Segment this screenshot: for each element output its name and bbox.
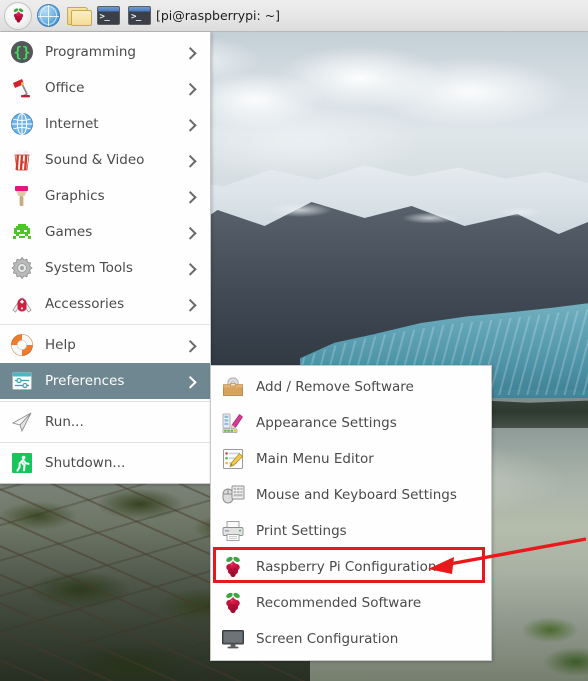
- sliders-icon: [9, 368, 35, 394]
- submenu-item-print-settings[interactable]: Print Settings: [211, 513, 491, 549]
- menu-item-shutdown[interactable]: Shutdown...: [0, 445, 210, 481]
- raspberry-icon: [4, 1, 32, 30]
- chevron-right-icon: [183, 154, 197, 168]
- swiss-knife-icon: [9, 291, 35, 317]
- submenu-item-appearance-settings[interactable]: Appearance Settings: [211, 405, 491, 441]
- submenu-item-mouse-keyboard-settings[interactable]: Mouse and Keyboard Settings: [211, 477, 491, 513]
- mouse-keyboard-icon: [220, 482, 246, 508]
- paintbrush-icon: [9, 183, 35, 209]
- menu-item-label: Help: [45, 337, 76, 353]
- submenu-item-screen-configuration[interactable]: Screen Configuration: [211, 621, 491, 657]
- monitor-icon: [220, 626, 246, 652]
- menu-divider: [0, 442, 210, 443]
- chevron-right-icon: [183, 298, 197, 312]
- popcorn-icon: [9, 147, 35, 173]
- desktop-screen: >_ >_ [pi@raspberrypi: ~] {} Programming: [0, 0, 588, 681]
- space-invader-icon: [9, 219, 35, 245]
- menu-item-label: System Tools: [45, 260, 133, 276]
- terminal-launcher[interactable]: >_: [93, 2, 123, 30]
- submenu-item-label: Print Settings: [256, 523, 347, 539]
- svg-text:{}: {}: [14, 45, 31, 61]
- gear-icon: [9, 255, 35, 281]
- globe-icon: [36, 4, 60, 27]
- web-browser-launcher[interactable]: [33, 2, 63, 30]
- chevron-right-icon: [183, 226, 197, 240]
- menu-item-label: Preferences: [45, 373, 125, 389]
- submenu-item-label: Recommended Software: [256, 595, 422, 611]
- menu-item-system-tools[interactable]: System Tools: [0, 250, 210, 286]
- preferences-submenu: Add / Remove Software Appearance Setting…: [210, 365, 492, 661]
- submenu-item-recommended-software[interactable]: Recommended Software: [211, 585, 491, 621]
- raspberry-icon: [220, 554, 246, 580]
- folder-icon: [66, 6, 92, 26]
- submenu-item-label: Add / Remove Software: [256, 379, 414, 395]
- chevron-right-icon: [183, 190, 197, 204]
- menu-item-label: Games: [45, 224, 93, 240]
- menu-item-label: Programming: [45, 44, 136, 60]
- desk-lamp-icon: [9, 75, 35, 101]
- chevron-right-icon: [183, 262, 197, 276]
- exit-runner-icon: [9, 450, 35, 476]
- menu-item-label: Accessories: [45, 296, 125, 312]
- wallpaper-foliage-right: [520, 600, 588, 681]
- menu-item-run[interactable]: Run...: [0, 404, 210, 440]
- window-task-button[interactable]: >_ [pi@raspberrypi: ~]: [125, 3, 286, 29]
- chevron-right-icon: [183, 339, 197, 353]
- menu-item-games[interactable]: Games: [0, 214, 210, 250]
- terminal-icon: >_: [128, 6, 151, 25]
- menu-item-label: Office: [45, 80, 85, 96]
- menu-item-label: Shutdown...: [45, 455, 126, 471]
- submenu-item-label: Appearance Settings: [256, 415, 397, 431]
- lifebuoy-icon: [9, 332, 35, 358]
- menu-item-label: Sound & Video: [45, 152, 145, 168]
- menu-item-label: Internet: [45, 116, 99, 132]
- raspberry-icon: [220, 590, 246, 616]
- menu-item-sound-video[interactable]: Sound & Video: [0, 142, 210, 178]
- menu-item-office[interactable]: Office: [0, 70, 210, 106]
- submenu-item-raspberry-pi-configuration[interactable]: Raspberry Pi Configuration: [211, 549, 491, 585]
- submenu-item-label: Screen Configuration: [256, 631, 399, 647]
- chevron-right-icon: [183, 46, 197, 60]
- window-task-title: [pi@raspberrypi: ~]: [156, 8, 281, 23]
- menu-item-label: Run...: [45, 414, 84, 430]
- submenu-item-label: Main Menu Editor: [256, 451, 374, 467]
- file-manager-launcher[interactable]: [63, 2, 93, 30]
- chevron-right-icon: [183, 118, 197, 132]
- chevron-right-icon: [183, 375, 197, 389]
- submenu-item-label: Mouse and Keyboard Settings: [256, 487, 457, 503]
- menu-item-accessories[interactable]: Accessories: [0, 286, 210, 322]
- submenu-item-main-menu-editor[interactable]: Main Menu Editor: [211, 441, 491, 477]
- printer-icon: [220, 518, 246, 544]
- globe-icon: [9, 111, 35, 137]
- main-menu: {} Programming Office Internet Sound & V…: [0, 32, 211, 484]
- palette-icon: [220, 410, 246, 436]
- terminal-icon: >_: [96, 6, 120, 25]
- menu-item-graphics[interactable]: Graphics: [0, 178, 210, 214]
- submenu-item-add-remove-software[interactable]: Add / Remove Software: [211, 369, 491, 405]
- braces-icon: {}: [9, 39, 35, 65]
- menu-divider: [0, 401, 210, 402]
- menu-divider: [0, 324, 210, 325]
- submenu-item-label: Raspberry Pi Configuration: [256, 559, 437, 575]
- menu-item-preferences[interactable]: Preferences: [0, 363, 210, 399]
- chevron-right-icon: [183, 82, 197, 96]
- software-box-icon: [220, 374, 246, 400]
- menu-launcher[interactable]: [3, 1, 33, 30]
- taskbar: >_ >_ [pi@raspberrypi: ~]: [0, 0, 588, 32]
- menu-item-programming[interactable]: {} Programming: [0, 34, 210, 70]
- menu-item-internet[interactable]: Internet: [0, 106, 210, 142]
- menu-item-help[interactable]: Help: [0, 327, 210, 363]
- menu-item-label: Graphics: [45, 188, 105, 204]
- paper-plane-icon: [9, 409, 35, 435]
- menu-edit-icon: [220, 446, 246, 472]
